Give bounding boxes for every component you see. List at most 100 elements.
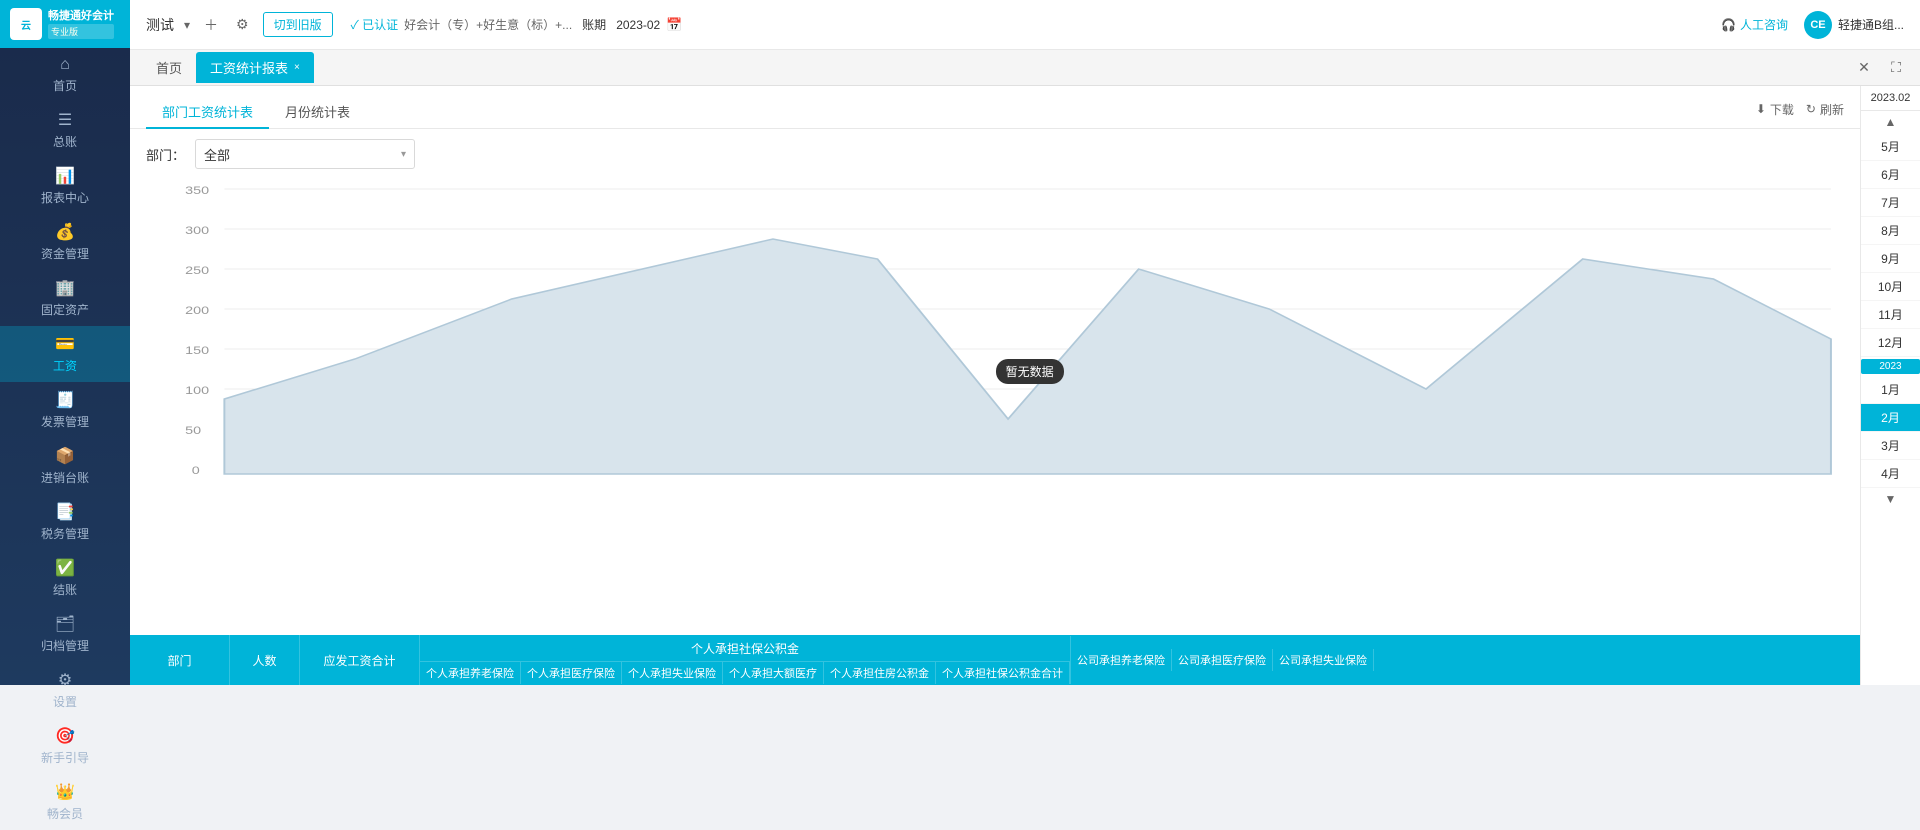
svg-text:300: 300 xyxy=(185,224,209,237)
user-avatar: CE xyxy=(1804,11,1832,39)
date-month-3[interactable]: 3月 xyxy=(1861,432,1920,460)
period-value: 2023-02 xyxy=(616,18,660,32)
sidebar-item-assets[interactable]: 🏢 固定资产 xyxy=(0,270,130,326)
member-icon: 👑 xyxy=(55,782,75,802)
sidebar-item-tax[interactable]: 📑 税务管理 xyxy=(0,494,130,550)
select-arrow-icon: ▾ xyxy=(401,149,406,160)
col-personal-medical: 个人承担医疗保险 xyxy=(521,662,622,684)
salary-chart: 350 300 250 200 150 100 50 0 xyxy=(146,179,1844,499)
tabbar: 首页 工资统计报表 × ✕ ⛶ xyxy=(130,50,1920,86)
sidebar-item-reports[interactable]: 📊 报表中心 xyxy=(0,158,130,214)
date-month-12[interactable]: 12月 xyxy=(1861,329,1920,357)
svg-text:50: 50 xyxy=(185,424,201,437)
gear-icon[interactable]: ⚙ xyxy=(232,12,253,37)
svg-text:150: 150 xyxy=(185,344,209,357)
sidebar-item-invoice[interactable]: 🧾 发票管理 xyxy=(0,382,130,438)
date-month-5[interactable]: 5月 xyxy=(1861,133,1920,161)
help-button[interactable]: 🎧 人工咨询 xyxy=(1721,16,1788,33)
chart-area: 350 300 250 200 150 100 50 0 xyxy=(130,179,1860,635)
sidebar-item-label: 进销台账 xyxy=(41,469,89,486)
refresh-button[interactable]: ↻ 刷新 xyxy=(1806,101,1844,118)
tab-salary-report[interactable]: 工资统计报表 × xyxy=(196,52,314,83)
logo-badge: 专业版 xyxy=(48,24,114,39)
svg-text:100: 100 xyxy=(185,384,209,397)
sidebar-item-label: 报表中心 xyxy=(41,189,89,206)
topbar: 测试 ▾ ＋ ⚙ 切到旧版 ✓ 已认证 好会计（专）+好生意（标）+... 账期… xyxy=(130,0,1920,50)
subtabs: 部门工资统计表 月份统计表 ⬇ 下载 ↻ 刷新 xyxy=(130,86,1860,129)
sidebar-item-salary[interactable]: 💳 工资 xyxy=(0,326,130,382)
sales-icon: 📦 xyxy=(55,446,75,466)
topbar-right: 🎧 人工咨询 CE 轻捷通B组... xyxy=(1721,11,1904,39)
tab-home[interactable]: 首页 xyxy=(142,52,196,83)
add-icon[interactable]: ＋ xyxy=(200,11,222,39)
download-button[interactable]: ⬇ 下载 xyxy=(1756,101,1794,118)
window-maximize-button[interactable]: ⛶ xyxy=(1884,56,1908,80)
sidebar-item-settle[interactable]: ✅ 结账 xyxy=(0,550,130,606)
sidebar-item-label: 首页 xyxy=(53,77,77,94)
sidebar-item-label: 设置 xyxy=(53,693,77,710)
sidebar-item-home[interactable]: ⌂ 首页 xyxy=(0,48,130,102)
col-company-pension: 公司承担养老保险 xyxy=(1071,649,1172,671)
col-personal-housing: 个人承担住房公积金 xyxy=(824,662,936,684)
sidebar-item-label: 资金管理 xyxy=(41,245,89,262)
date-month-11[interactable]: 11月 xyxy=(1861,301,1920,329)
table-header: 部门 人数 应发工资合计 个人承担社保公积金 个人承担养老保险 个人承担医疗保险… xyxy=(130,635,1860,685)
tab-home-label: 首页 xyxy=(156,58,182,77)
date-nav-down[interactable]: ▼ xyxy=(1861,488,1920,510)
sidebar-item-sales[interactable]: 📦 进销台账 xyxy=(0,438,130,494)
sidebar-item-ledger[interactable]: ☰ 总账 xyxy=(0,102,130,158)
settings-icon: ⚙ xyxy=(58,670,72,690)
sidebar-item-member[interactable]: 👑 畅会员 xyxy=(0,774,130,830)
date-month-8[interactable]: 8月 xyxy=(1861,217,1920,245)
svg-text:0: 0 xyxy=(192,464,200,477)
sidebar-item-funds[interactable]: 💰 资金管理 xyxy=(0,214,130,270)
col-group-personal: 个人承担社保公积金 个人承担养老保险 个人承担医疗保险 个人承担失业保险 个人承… xyxy=(420,636,1071,684)
sidebar-item-label: 发票管理 xyxy=(41,413,89,430)
col-headcount: 人数 xyxy=(230,635,300,685)
date-month-9[interactable]: 9月 xyxy=(1861,245,1920,273)
col-personal-pension: 个人承担养老保险 xyxy=(420,662,521,684)
refresh-label: 刷新 xyxy=(1820,101,1844,118)
date-year-badge: 2023 xyxy=(1861,359,1920,374)
date-panel: 2023.02 ▲ 5月 6月 7月 8月 9月 10月 11月 12月 202… xyxy=(1860,86,1920,685)
date-month-2-active[interactable]: 2月 xyxy=(1861,404,1920,432)
sidebar-item-label: 归档管理 xyxy=(41,637,89,654)
date-month-6[interactable]: 6月 xyxy=(1861,161,1920,189)
date-month-10[interactable]: 10月 xyxy=(1861,273,1920,301)
sidebar-item-label: 畅会员 xyxy=(47,805,83,822)
date-nav-up[interactable]: ▲ xyxy=(1861,111,1920,133)
date-month-1[interactable]: 1月 xyxy=(1861,376,1920,404)
user-menu[interactable]: CE 轻捷通B组... xyxy=(1804,11,1904,39)
col-company-medical: 公司承担医疗保险 xyxy=(1172,649,1273,671)
subtab-month[interactable]: 月份统计表 xyxy=(269,96,366,129)
topbar-arrow-icon: ▾ xyxy=(184,18,190,32)
funds-icon: 💰 xyxy=(55,222,75,242)
chart-tooltip: 暂无数据 xyxy=(996,359,1064,384)
tab-salary-label: 工资统计报表 xyxy=(210,58,288,77)
dept-select[interactable]: 全部 ▾ xyxy=(195,139,415,169)
period-label: 账期 xyxy=(582,16,606,33)
subtab-dept[interactable]: 部门工资统计表 xyxy=(146,96,269,129)
subtab-dept-label: 部门工资统计表 xyxy=(162,105,253,120)
switch-button[interactable]: 切到旧版 xyxy=(263,12,333,37)
sidebar-item-archive[interactable]: 🗂 归档管理 xyxy=(0,606,130,662)
date-month-4[interactable]: 4月 xyxy=(1861,460,1920,488)
date-month-7[interactable]: 7月 xyxy=(1861,189,1920,217)
topbar-status: ✓ 已认证 好会计（专）+好生意（标）+... 账期 2023-02 📅 xyxy=(351,16,683,33)
svg-text:350: 350 xyxy=(185,184,209,197)
headset-icon: 🎧 xyxy=(1721,18,1736,32)
calendar-icon[interactable]: 📅 xyxy=(666,17,682,33)
logo-icon: 云 xyxy=(10,8,42,40)
ledger-icon: ☰ xyxy=(58,110,72,130)
sidebar-item-settings[interactable]: ⚙ 设置 xyxy=(0,662,130,718)
sidebar-item-label: 总账 xyxy=(53,133,77,150)
tab-close-icon[interactable]: × xyxy=(294,62,300,73)
sidebar: 云 畅捷通好会计 专业版 ⌂ 首页 ☰ 总账 📊 报表中心 💰 资金管理 🏢 固… xyxy=(0,0,130,685)
download-label: 下载 xyxy=(1770,101,1794,118)
col-personal-subtotal: 个人承担社保公积金合计 xyxy=(936,662,1070,684)
col-personal-critical: 个人承担大额医疗 xyxy=(723,662,824,684)
window-close-button[interactable]: ✕ xyxy=(1852,56,1876,80)
settle-icon: ✅ xyxy=(55,558,75,578)
sidebar-item-label: 工资 xyxy=(53,357,77,374)
sidebar-item-newbie[interactable]: 🎯 新手引导 xyxy=(0,718,130,774)
